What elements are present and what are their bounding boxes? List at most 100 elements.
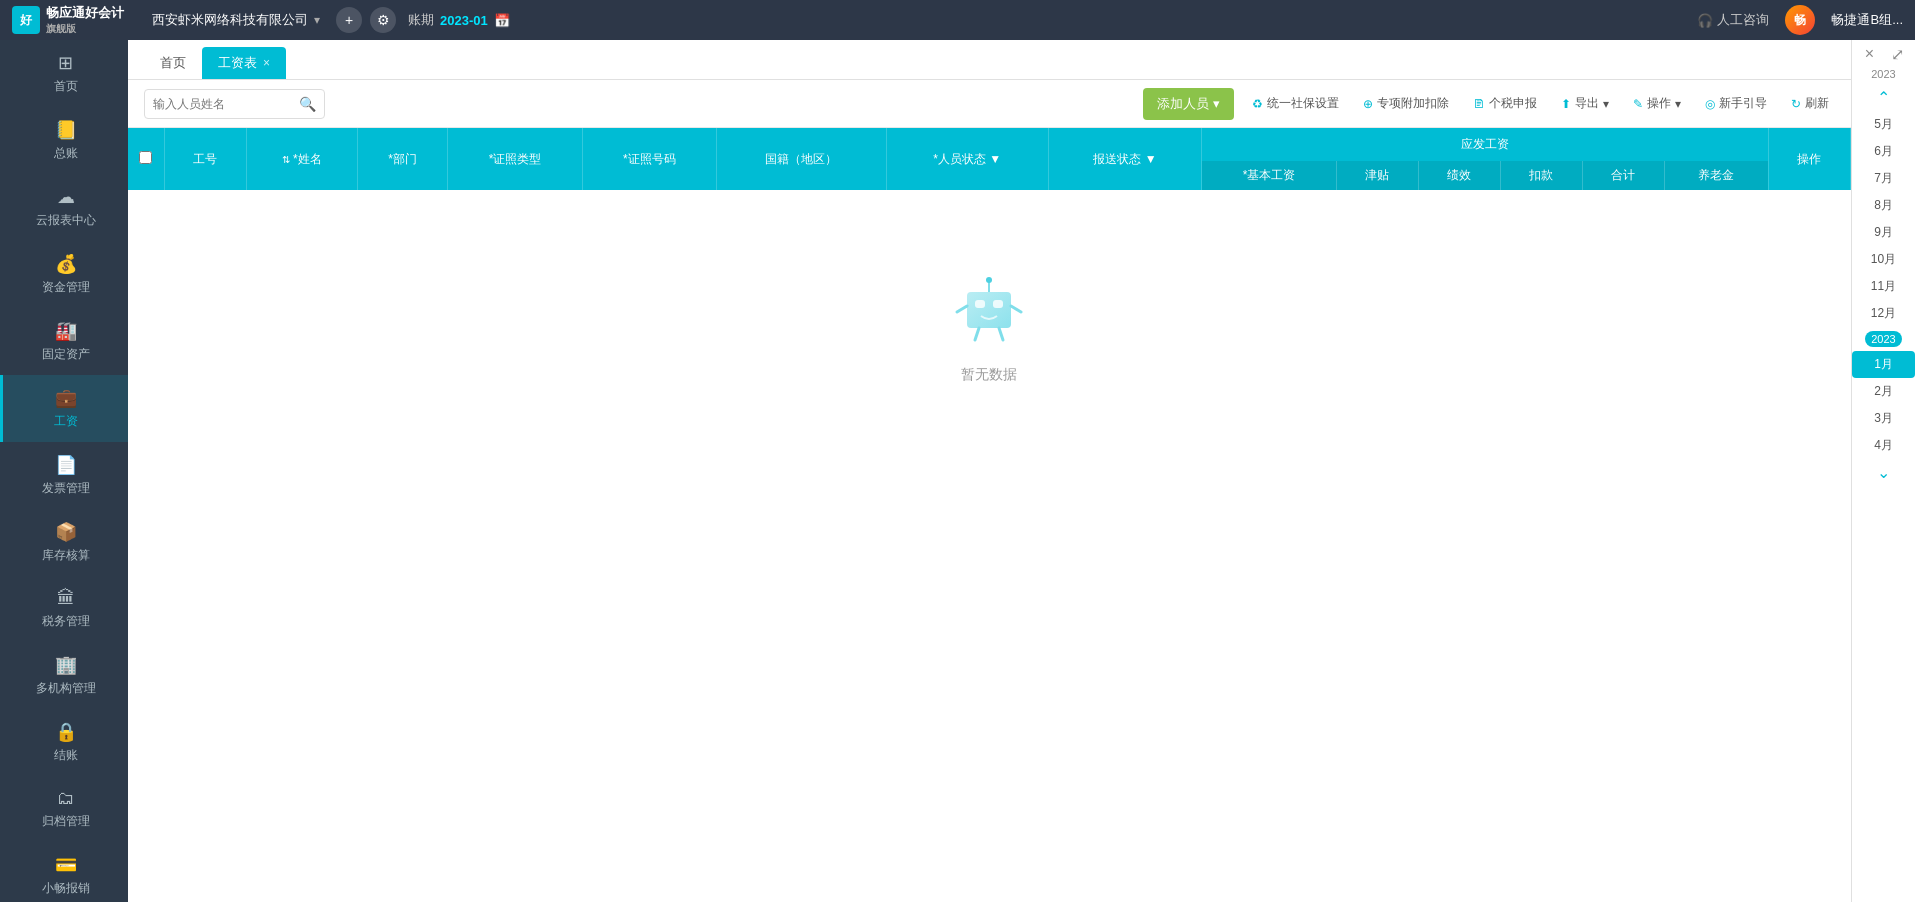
svg-line-6 (1011, 306, 1021, 312)
add-label: 添加人员 (1157, 95, 1209, 113)
tax-icon-tool: 🖹 (1473, 97, 1485, 111)
tab-salary[interactable]: 工资表 × (202, 47, 286, 79)
expand-panel-button[interactable]: ⤢ (1888, 44, 1908, 64)
guide-label: 新手引导 (1719, 95, 1767, 112)
sidebar-label-closing: 结账 (54, 747, 78, 764)
company-selector[interactable]: 西安虾米网络科技有限公司 ▾ (152, 11, 320, 29)
th-cert-type: *证照类型 (448, 128, 582, 190)
guide-tool-icon: ◎ (1705, 97, 1715, 111)
month-8[interactable]: 8月 (1852, 192, 1915, 219)
th-base-salary: *基本工资 (1202, 161, 1336, 190)
toolbar: 🔍 添加人员 ▾ ♻ 统一社保设置 ⊕ 专项附加扣除 🖹 个税申报 (128, 80, 1851, 128)
sidebar-item-fixed-assets[interactable]: 🏭 固定资产 (0, 308, 128, 375)
refresh-icon: ↻ (1791, 97, 1801, 111)
year-2023-badge: 2023 (1865, 331, 1901, 347)
salary-table: 工号 ⇅ *姓名 *部门 *证照类型 *证照号码 国籍（地区） *人员状态 ▼ … (128, 128, 1851, 464)
export-label: 导出 (1575, 95, 1599, 112)
month-10[interactable]: 10月 (1852, 246, 1915, 273)
sidebar-label-ledger: 总账 (54, 145, 78, 162)
month-1[interactable]: 1月 (1852, 351, 1915, 378)
scroll-down-icon[interactable]: ⌄ (1873, 459, 1894, 486)
operation-label: 操作 (1647, 95, 1671, 112)
sidebar-item-closing[interactable]: 🔒 结账 (0, 709, 128, 776)
svg-rect-0 (967, 292, 1011, 328)
sidebar-label-org: 多机构管理 (36, 680, 96, 697)
month-2[interactable]: 2月 (1852, 378, 1915, 405)
sidebar-item-expense[interactable]: 💳 小畅报销 (0, 842, 128, 902)
org-icon: 🏢 (55, 654, 77, 676)
month-5[interactable]: 5月 (1852, 111, 1915, 138)
empty-row: 暂无数据 (128, 190, 1851, 464)
select-all-checkbox[interactable] (139, 151, 152, 164)
month-7[interactable]: 7月 (1852, 165, 1915, 192)
sidebar-item-fund[interactable]: 💰 资金管理 (0, 241, 128, 308)
filter-icon-status[interactable]: ▼ (989, 152, 1001, 166)
user-name: 畅捷通B组... (1831, 11, 1903, 29)
svg-point-4 (986, 277, 992, 283)
th-status: *人员状态 ▼ (886, 128, 1048, 190)
sidebar: ⊞ 首页 📒 总账 ☁ 云报表中心 💰 资金管理 🏭 固定资产 💼 工资 📄 发… (0, 40, 128, 902)
sidebar-item-tax[interactable]: 🏛 税务管理 (0, 576, 128, 642)
svg-line-8 (999, 328, 1003, 340)
th-pension: 养老金 (1664, 161, 1768, 190)
month-4[interactable]: 4月 (1852, 432, 1915, 459)
sidebar-item-home[interactable]: ⊞ 首页 (0, 40, 128, 107)
th-dept: *部门 (357, 128, 448, 190)
tab-salary-label: 工资表 (218, 54, 257, 72)
month-9[interactable]: 9月 (1852, 219, 1915, 246)
refresh-action[interactable]: ↻ 刷新 (1785, 95, 1835, 112)
empty-state: 暂无数据 (128, 190, 1851, 464)
svg-rect-1 (975, 300, 985, 308)
sidebar-item-ledger[interactable]: 📒 总账 (0, 107, 128, 174)
home-icon: ⊞ (58, 52, 73, 74)
table-container: 工号 ⇅ *姓名 *部门 *证照类型 *证照号码 国籍（地区） *人员状态 ▼ … (128, 128, 1851, 902)
settings-button[interactable]: ⚙ (370, 7, 396, 33)
service-button[interactable]: 🎧 人工咨询 (1697, 11, 1769, 29)
headphone-icon: 🎧 (1697, 13, 1713, 28)
month-3[interactable]: 3月 (1852, 405, 1915, 432)
search-input[interactable] (153, 97, 293, 111)
right-panel: × ⤢ 2023 ⌃ 5月 6月 7月 8月 9月 10月 11月 12月 20… (1851, 40, 1915, 902)
close-panel-button[interactable]: × (1860, 44, 1880, 64)
th-job-no: 工号 (164, 128, 246, 190)
th-salary-group: 应发工资 (1202, 128, 1768, 161)
sort-icon: ⇅ (282, 154, 290, 165)
ledger-icon: 📒 (55, 119, 77, 141)
guide-action[interactable]: ◎ 新手引导 (1699, 95, 1773, 112)
export-action[interactable]: ⬆ 导出 ▾ (1555, 95, 1615, 112)
th-nationality: 国籍（地区） (717, 128, 887, 190)
sidebar-item-invoice[interactable]: 📄 发票管理 (0, 442, 128, 509)
tax-report-action[interactable]: 🖹 个税申报 (1467, 95, 1543, 112)
dropdown-icon[interactable]: ▾ (314, 13, 320, 27)
month-12[interactable]: 12月 (1852, 300, 1915, 327)
sidebar-item-multi-org[interactable]: 🏢 多机构管理 (0, 642, 128, 709)
period-display: 2023 (1871, 64, 1895, 84)
add-dropdown-icon: ▾ (1213, 96, 1220, 111)
social-security-action[interactable]: ♻ 统一社保设置 (1246, 95, 1345, 112)
add-company-button[interactable]: + (336, 7, 362, 33)
th-performance: 绩效 (1418, 161, 1500, 190)
sidebar-label-inventory: 库存核算 (42, 547, 90, 564)
sidebar-label-home: 首页 (54, 78, 78, 95)
tab-bar: 首页 工资表 × (128, 40, 1851, 80)
deduction-action[interactable]: ⊕ 专项附加扣除 (1357, 95, 1455, 112)
month-11[interactable]: 11月 (1852, 273, 1915, 300)
sidebar-item-salary[interactable]: 💼 工资 (0, 375, 128, 442)
sidebar-item-cloud-report[interactable]: ☁ 云报表中心 (0, 174, 128, 241)
logo-icon: 好 (12, 6, 40, 34)
add-person-button[interactable]: 添加人员 ▾ (1143, 88, 1234, 120)
tab-home[interactable]: 首页 (144, 47, 202, 79)
month-6[interactable]: 6月 (1852, 138, 1915, 165)
filter-icon-report[interactable]: ▼ (1145, 152, 1157, 166)
scroll-up-icon[interactable]: ⌃ (1873, 84, 1894, 111)
sidebar-item-archive[interactable]: 🗂 归档管理 (0, 776, 128, 842)
empty-text: 暂无数据 (961, 366, 1017, 384)
sidebar-item-inventory[interactable]: 📦 库存核算 (0, 509, 128, 576)
th-report-status: 报送状态 ▼ (1048, 128, 1202, 190)
tab-close-icon[interactable]: × (263, 56, 270, 70)
operation-action[interactable]: ✎ 操作 ▾ (1627, 95, 1687, 112)
period-area: 账期 2023-01 📅 (408, 11, 510, 29)
user-avatar: 畅 (1785, 5, 1815, 35)
empty-illustration (949, 270, 1029, 350)
calendar-icon[interactable]: 📅 (494, 13, 510, 28)
